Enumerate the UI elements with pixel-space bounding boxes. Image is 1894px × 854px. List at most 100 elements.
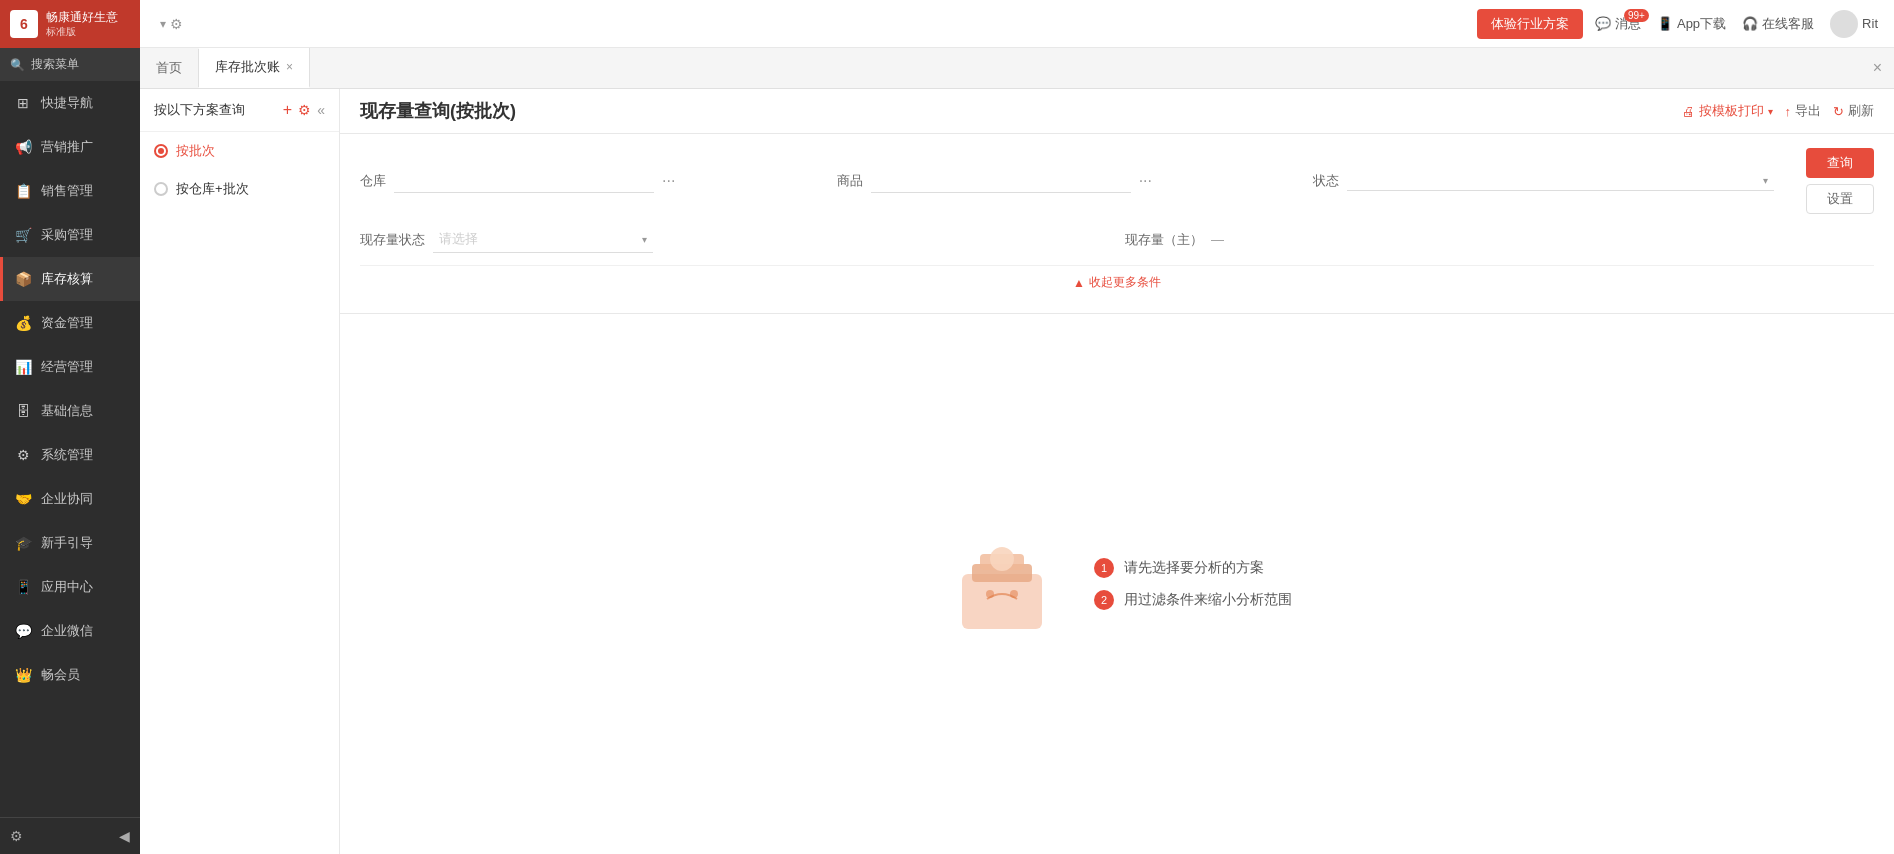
brand-info: 畅康通好生意 标准版 bbox=[46, 9, 118, 40]
sidebar-item-label: 销售管理 bbox=[41, 182, 93, 200]
add-scheme-icon[interactable]: + bbox=[283, 101, 292, 119]
query-button[interactable]: 查询 bbox=[1806, 148, 1874, 178]
sidebar-item-purchase[interactable]: 🛒 采购管理 bbox=[0, 213, 140, 257]
collapse-filters-btn[interactable]: ▲ 收起更多条件 bbox=[360, 265, 1874, 299]
refresh-btn[interactable]: ↻ 刷新 bbox=[1833, 102, 1874, 120]
message-icon: 💬 bbox=[1595, 16, 1611, 31]
left-panel: 按以下方案查询 + ⚙ « 按批次 按仓库+批次 bbox=[140, 89, 340, 854]
topbar-right: 💬 消息 99+ 📱 App下载 🎧 在线客服 Rit bbox=[1595, 10, 1878, 38]
empty-svg bbox=[942, 524, 1062, 644]
messages-btn[interactable]: 💬 消息 99+ bbox=[1595, 15, 1641, 33]
topbar-settings-icon[interactable]: ⚙ bbox=[170, 16, 183, 32]
stock-status-placeholder: 请选择 bbox=[439, 230, 638, 248]
tab-close-icon[interactable]: × bbox=[286, 61, 293, 73]
svg-point-3 bbox=[990, 547, 1014, 571]
sidebar-item-enterprise[interactable]: 🤝 企业协同 bbox=[0, 477, 140, 521]
user-avatar-btn[interactable]: Rit bbox=[1830, 10, 1878, 38]
topbar: ▾ ⚙ 体验行业方案 💬 消息 99+ 📱 App下载 🎧 在线客服 Rit bbox=[140, 0, 1894, 48]
stock-status-select[interactable]: 请选择 ▾ bbox=[433, 226, 653, 253]
sidebar-item-apps[interactable]: 📱 应用中心 bbox=[0, 565, 140, 609]
export-label: 导出 bbox=[1795, 102, 1821, 120]
service-icon: 🎧 bbox=[1742, 16, 1758, 31]
warehouse-more-icon[interactable]: ··· bbox=[662, 172, 675, 190]
sidebar-item-basic[interactable]: 🗄 基础信息 bbox=[0, 389, 140, 433]
app-logo: 6 bbox=[10, 10, 38, 38]
experience-btn[interactable]: 体验行业方案 bbox=[1477, 9, 1583, 39]
sidebar-item-member[interactable]: 👑 畅会员 bbox=[0, 653, 140, 697]
sidebar-item-label: 资金管理 bbox=[41, 314, 93, 332]
breadcrumb-dropdown-icon[interactable]: ▾ bbox=[160, 17, 166, 31]
warehouse-input[interactable] bbox=[394, 169, 654, 193]
sidebar-item-finance[interactable]: 💰 资金管理 bbox=[0, 301, 140, 345]
radio-warehouse-batch bbox=[154, 182, 168, 196]
svg-point-4 bbox=[986, 590, 994, 598]
content-area: 按以下方案查询 + ⚙ « 按批次 按仓库+批次 现存量查询(按批次) bbox=[140, 89, 1894, 854]
status-label: 状态 bbox=[1313, 172, 1339, 190]
stock-amount-label: 现存量（主） bbox=[1125, 231, 1203, 249]
left-panel-title: 按以下方案查询 bbox=[154, 101, 245, 119]
empty-hint-1: 1 请先选择要分析的方案 bbox=[1094, 558, 1292, 578]
member-icon: 👑 bbox=[13, 665, 33, 685]
sidebar-item-wechat[interactable]: 💬 企业微信 bbox=[0, 609, 140, 653]
tab-home[interactable]: 首页 bbox=[140, 49, 199, 87]
sidebar-item-label: 新手引导 bbox=[41, 534, 93, 552]
marketing-icon: 📢 bbox=[13, 137, 33, 157]
product-more-icon[interactable]: ··· bbox=[1139, 172, 1152, 190]
search-icon: 🔍 bbox=[10, 58, 25, 72]
user-avatar bbox=[1830, 10, 1858, 38]
sidebar-search[interactable]: 🔍 搜索菜单 bbox=[0, 48, 140, 81]
sidebar-footer: ⚙ ◀ bbox=[0, 817, 140, 854]
export-icon: ↑ bbox=[1785, 104, 1792, 119]
online-service-btn[interactable]: 🎧 在线客服 bbox=[1742, 15, 1814, 33]
page-top-actions: 🖨 按模板打印 ▾ ↑ 导出 ↻ 刷新 bbox=[1682, 102, 1875, 120]
status-filter: 状态 ▾ bbox=[1313, 171, 1774, 191]
sidebar-item-operations[interactable]: 📊 经营管理 bbox=[0, 345, 140, 389]
stock-status-arrow-icon: ▾ bbox=[642, 234, 647, 245]
settings-button[interactable]: 设置 bbox=[1806, 184, 1874, 214]
print-btn[interactable]: 🖨 按模板打印 ▾ bbox=[1682, 102, 1773, 120]
tab-inventory-batch[interactable]: 库存批次账 × bbox=[199, 48, 310, 88]
sidebar: 6 畅康通好生意 标准版 🔍 搜索菜单 ⊞ 快捷导航 📢 营销推广 📋 销售管理… bbox=[0, 0, 140, 854]
tab-label: 库存批次账 bbox=[215, 58, 280, 76]
scheme-batch-label: 按批次 bbox=[176, 142, 215, 160]
logo-text: 6 bbox=[20, 16, 28, 32]
settings-scheme-icon[interactable]: ⚙ bbox=[298, 102, 311, 118]
basic-icon: 🗄 bbox=[13, 401, 33, 421]
filter-bar: 仓库 ··· 商品 ··· 状态 ▾ bbox=[340, 134, 1894, 314]
collapse-sidebar-icon[interactable]: ◀ bbox=[119, 828, 130, 844]
tab-end-close-btn[interactable]: × bbox=[1861, 48, 1894, 88]
app-download-btn[interactable]: 📱 App下载 bbox=[1657, 15, 1726, 33]
sidebar-item-guide[interactable]: 🎓 新手引导 bbox=[0, 521, 140, 565]
sidebar-item-sales[interactable]: 📋 销售管理 bbox=[0, 169, 140, 213]
sidebar-item-marketing[interactable]: 📢 营销推广 bbox=[0, 125, 140, 169]
brand-name: 畅康通好生意 bbox=[46, 9, 118, 26]
product-label: 商品 bbox=[837, 172, 863, 190]
sidebar-item-system[interactable]: ⚙ 系统管理 bbox=[0, 433, 140, 477]
main-area: ▾ ⚙ 体验行业方案 💬 消息 99+ 📱 App下载 🎧 在线客服 Rit bbox=[140, 0, 1894, 854]
collapse-label: 收起更多条件 bbox=[1089, 274, 1161, 291]
finance-icon: 💰 bbox=[13, 313, 33, 333]
sidebar-item-label: 企业协同 bbox=[41, 490, 93, 508]
scheme-item-warehouse-batch[interactable]: 按仓库+批次 bbox=[140, 170, 339, 208]
print-dropdown-icon[interactable]: ▾ bbox=[1768, 106, 1773, 117]
export-btn[interactable]: ↑ 导出 bbox=[1785, 102, 1822, 120]
quick-nav-icon: ⊞ bbox=[13, 93, 33, 113]
filter-row-2: 现存量状态 请选择 ▾ 现存量（主） — bbox=[360, 226, 1874, 253]
collapse-panel-icon[interactable]: « bbox=[317, 102, 325, 118]
status-select[interactable]: ▾ bbox=[1347, 171, 1774, 191]
sidebar-item-inventory[interactable]: 📦 库存核算 bbox=[0, 257, 140, 301]
left-panel-header: 按以下方案查询 + ⚙ « bbox=[140, 89, 339, 132]
tabs-bar: 首页 库存批次账 × × bbox=[140, 48, 1894, 89]
svg-rect-0 bbox=[962, 574, 1042, 629]
empty-hints: 1 请先选择要分析的方案 2 用过滤条件来缩小分析范围 bbox=[1094, 558, 1292, 610]
svg-point-5 bbox=[1010, 590, 1018, 598]
product-input[interactable] bbox=[871, 169, 1131, 193]
sidebar-item-quick-nav[interactable]: ⊞ 快捷导航 bbox=[0, 81, 140, 125]
settings-footer-icon[interactable]: ⚙ bbox=[10, 828, 23, 844]
sidebar-item-label: 应用中心 bbox=[41, 578, 93, 596]
scheme-item-batch[interactable]: 按批次 bbox=[140, 132, 339, 170]
sidebar-item-label: 畅会员 bbox=[41, 666, 80, 684]
sidebar-item-label: 基础信息 bbox=[41, 402, 93, 420]
service-label: 在线客服 bbox=[1762, 15, 1814, 33]
filter-actions: 查询 设置 bbox=[1806, 148, 1874, 214]
